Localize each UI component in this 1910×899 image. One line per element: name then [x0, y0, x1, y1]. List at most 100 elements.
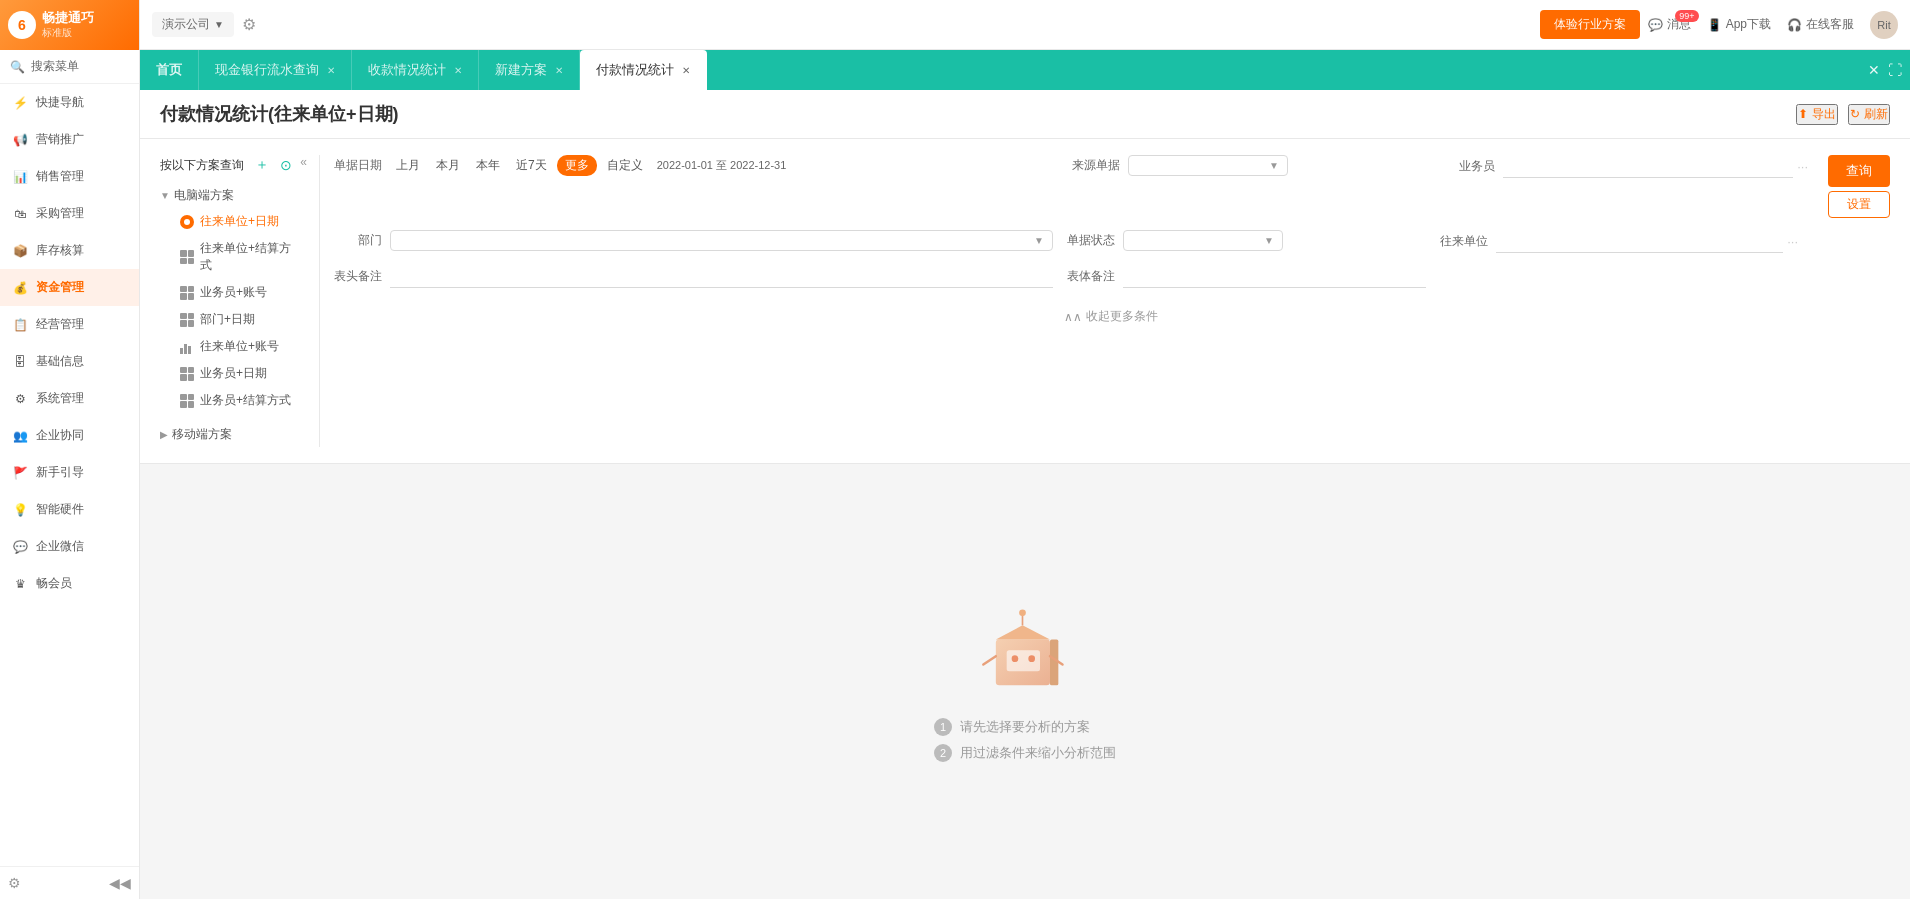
doc-status-select[interactable]: ▼ [1123, 230, 1283, 251]
tab-new-scheme[interactable]: 新建方案 ✕ [479, 50, 580, 90]
sidebar-search[interactable]: 🔍 搜索菜单 [0, 50, 139, 84]
doc-status-label: 单据状态 [1065, 232, 1115, 249]
scheme-item-salesperson-settlement[interactable]: 业务员+结算方式 [160, 387, 307, 414]
sidebar-item-finance[interactable]: 💰 资金管理 [0, 269, 139, 306]
sidebar-item-purchase[interactable]: 🛍 采购管理 [0, 195, 139, 232]
date-option-last-month[interactable]: 上月 [390, 155, 426, 176]
date-option-this-year[interactable]: 本年 [470, 155, 506, 176]
sidebar-item-guide[interactable]: 🚩 新手引导 [0, 454, 139, 491]
refresh-btn[interactable]: ↻ 刷新 [1848, 104, 1890, 125]
source-select[interactable]: ▼ [1128, 155, 1288, 176]
sidebar: 6 畅捷通巧 标准版 🔍 搜索菜单 ⚡ 快捷导航 📢 营销推广 📊 销售管理 🛍… [0, 0, 140, 899]
messages-btn[interactable]: 💬 消息 99+ [1648, 16, 1691, 33]
tab-bank-flow[interactable]: 现金银行流水查询 ✕ [199, 50, 352, 90]
scheme-panel-header: 按以下方案查询 ＋ ⊙ « [160, 155, 307, 175]
query-btn[interactable]: 查询 [1828, 155, 1890, 187]
sidebar-title: 畅捷通巧 [42, 10, 94, 26]
date-option-this-month[interactable]: 本月 [430, 155, 466, 176]
tab-bank-flow-close[interactable]: ✕ [327, 65, 335, 76]
sidebar-settings-btn[interactable]: ⚙ [8, 875, 21, 891]
date-label: 单据日期 [332, 157, 382, 174]
scheme-item-unit-date[interactable]: 往来单位+日期 [160, 208, 307, 235]
online-service-btn[interactable]: 🎧 在线客服 [1787, 16, 1854, 33]
scheme-add-btn[interactable]: ＋ [252, 155, 272, 175]
tab-income-stats[interactable]: 收款情况统计 ✕ [352, 50, 479, 90]
sidebar-item-inventory[interactable]: 📦 库存核算 [0, 232, 139, 269]
export-btn[interactable]: ⬆ 导出 [1796, 104, 1838, 125]
sidebar-item-sales[interactable]: 📊 销售管理 [0, 158, 139, 195]
mobile-section-header[interactable]: ▶ 移动端方案 [160, 422, 307, 447]
date-option-last-7days[interactable]: 近7天 [510, 155, 553, 176]
company-selector[interactable]: 演示公司 ▼ [152, 12, 234, 37]
settings-btn[interactable]: 设置 [1828, 191, 1890, 218]
sidebar-item-enterprise[interactable]: 👥 企业协同 [0, 417, 139, 454]
tab-expand-icon[interactable]: ⛶ [1888, 62, 1902, 78]
empty-illustration [975, 602, 1075, 702]
table-header-note-input[interactable] [390, 265, 1053, 288]
query-btn-area: 查询 设置 [1828, 155, 1890, 218]
user-avatar[interactable]: Rit [1870, 11, 1898, 39]
sidebar-item-label: 快捷导航 [36, 94, 84, 111]
scheme-item-salesperson-account[interactable]: 业务员+账号 [160, 279, 307, 306]
sidebar-item-system[interactable]: ⚙ 系统管理 [0, 380, 139, 417]
collapse-row: ∧∧ 收起更多条件 [332, 300, 1890, 333]
tab-new-scheme-close[interactable]: ✕ [555, 65, 563, 76]
scheme-item-salesperson-date[interactable]: 业务员+日期 [160, 360, 307, 387]
table-body-note-input[interactable] [1123, 265, 1426, 288]
content-area: 付款情况统计(往来单位+日期) ⬆ 导出 ↻ 刷新 按以下方案查询 ＋ [140, 90, 1910, 899]
tab-payment-stats-close[interactable]: ✕ [682, 65, 690, 76]
sidebar-item-hardware[interactable]: 💡 智能硬件 [0, 491, 139, 528]
scheme-item-dept-date[interactable]: 部门+日期 [160, 306, 307, 333]
sidebar-item-weixin[interactable]: 💬 企业微信 [0, 528, 139, 565]
sidebar-item-label: 基础信息 [36, 353, 84, 370]
sidebar-item-quick-nav[interactable]: ⚡ 快捷导航 [0, 84, 139, 121]
tip-num-2: 2 [934, 744, 952, 762]
page-header: 付款情况统计(往来单位+日期) ⬆ 导出 ↻ 刷新 [140, 90, 1910, 139]
app-download-btn[interactable]: 📱 App下载 [1707, 16, 1771, 33]
date-range: 2022-01-01 至 2022-12-31 [657, 158, 787, 173]
sidebar-item-label: 新手引导 [36, 464, 84, 481]
tab-income-stats-close[interactable]: ✕ [454, 65, 462, 76]
filter-counterpart-item: 往来单位 ··· [1438, 230, 1799, 253]
svg-point-7 [1019, 609, 1026, 616]
dept-dropdown-icon: ▼ [1034, 235, 1044, 246]
svg-rect-3 [1007, 650, 1040, 671]
date-option-more[interactable]: 更多 [557, 155, 597, 176]
scheme-item-unit-settlement[interactable]: 往来单位+结算方式 [160, 235, 307, 279]
salesperson-input[interactable] [1503, 155, 1793, 178]
sidebar-item-operations[interactable]: 📋 经营管理 [0, 306, 139, 343]
counterpart-input[interactable] [1496, 230, 1784, 253]
filter-date-item: 单据日期 上月 本月 本年 近7天 更多 自定义 2022-01-01 至 20… [332, 155, 1058, 176]
tab-home[interactable]: 首页 [140, 50, 199, 90]
sidebar-item-member[interactable]: ♛ 畅会员 [0, 565, 139, 602]
search-icon: 🔍 [10, 60, 25, 74]
sidebar-collapse-btn[interactable]: ◀◀ [109, 875, 131, 891]
source-label: 来源单据 [1070, 157, 1120, 174]
scheme-item-unit-account[interactable]: 往来单位+账号 [160, 333, 307, 360]
sidebar-item-label: 采购管理 [36, 205, 84, 222]
main-area: 演示公司 ▼ ⚙ 体验行业方案 💬 消息 99+ 📱 App下载 🎧 在线客服 … [140, 0, 1910, 899]
tab-close-all-icon[interactable]: ✕ [1868, 62, 1880, 78]
sidebar-item-label: 营销推广 [36, 131, 84, 148]
collapse-btn[interactable]: ∧∧ 收起更多条件 [1064, 308, 1158, 325]
export-label: 导出 [1812, 106, 1836, 123]
topbar-settings-icon[interactable]: ⚙ [242, 15, 256, 34]
sidebar-item-label: 销售管理 [36, 168, 84, 185]
dept-select[interactable]: ▼ [390, 230, 1053, 251]
scheme-item-label: 业务员+日期 [200, 365, 267, 382]
collapse-label: 收起更多条件 [1086, 308, 1158, 325]
tip-text-1: 请先选择要分析的方案 [960, 718, 1090, 736]
sidebar-item-marketing[interactable]: 📢 营销推广 [0, 121, 139, 158]
bar-icon [180, 340, 194, 354]
sidebar-item-basic-info[interactable]: 🗄 基础信息 [0, 343, 139, 380]
scheme-desktop-category: ▼ 电脑端方案 往来单位+日期 往来单位+结算方式 [160, 183, 307, 414]
tabbar: 首页 现金银行流水查询 ✕ 收款情况统计 ✕ 新建方案 ✕ 付款情况统计 ✕ ✕… [140, 50, 1910, 90]
date-option-custom[interactable]: 自定义 [601, 155, 649, 176]
tab-payment-stats[interactable]: 付款情况统计 ✕ [580, 50, 707, 90]
scheme-settings-btn[interactable]: ⊙ [276, 155, 296, 175]
scheme-desktop-header[interactable]: ▼ 电脑端方案 [160, 183, 307, 208]
sidebar-item-label: 经营管理 [36, 316, 84, 333]
trial-btn[interactable]: 体验行业方案 [1540, 10, 1640, 39]
scheme-collapse-btn[interactable]: « [300, 155, 307, 175]
sidebar-nav: ⚡ 快捷导航 📢 营销推广 📊 销售管理 🛍 采购管理 📦 库存核算 💰 资金管… [0, 84, 139, 866]
